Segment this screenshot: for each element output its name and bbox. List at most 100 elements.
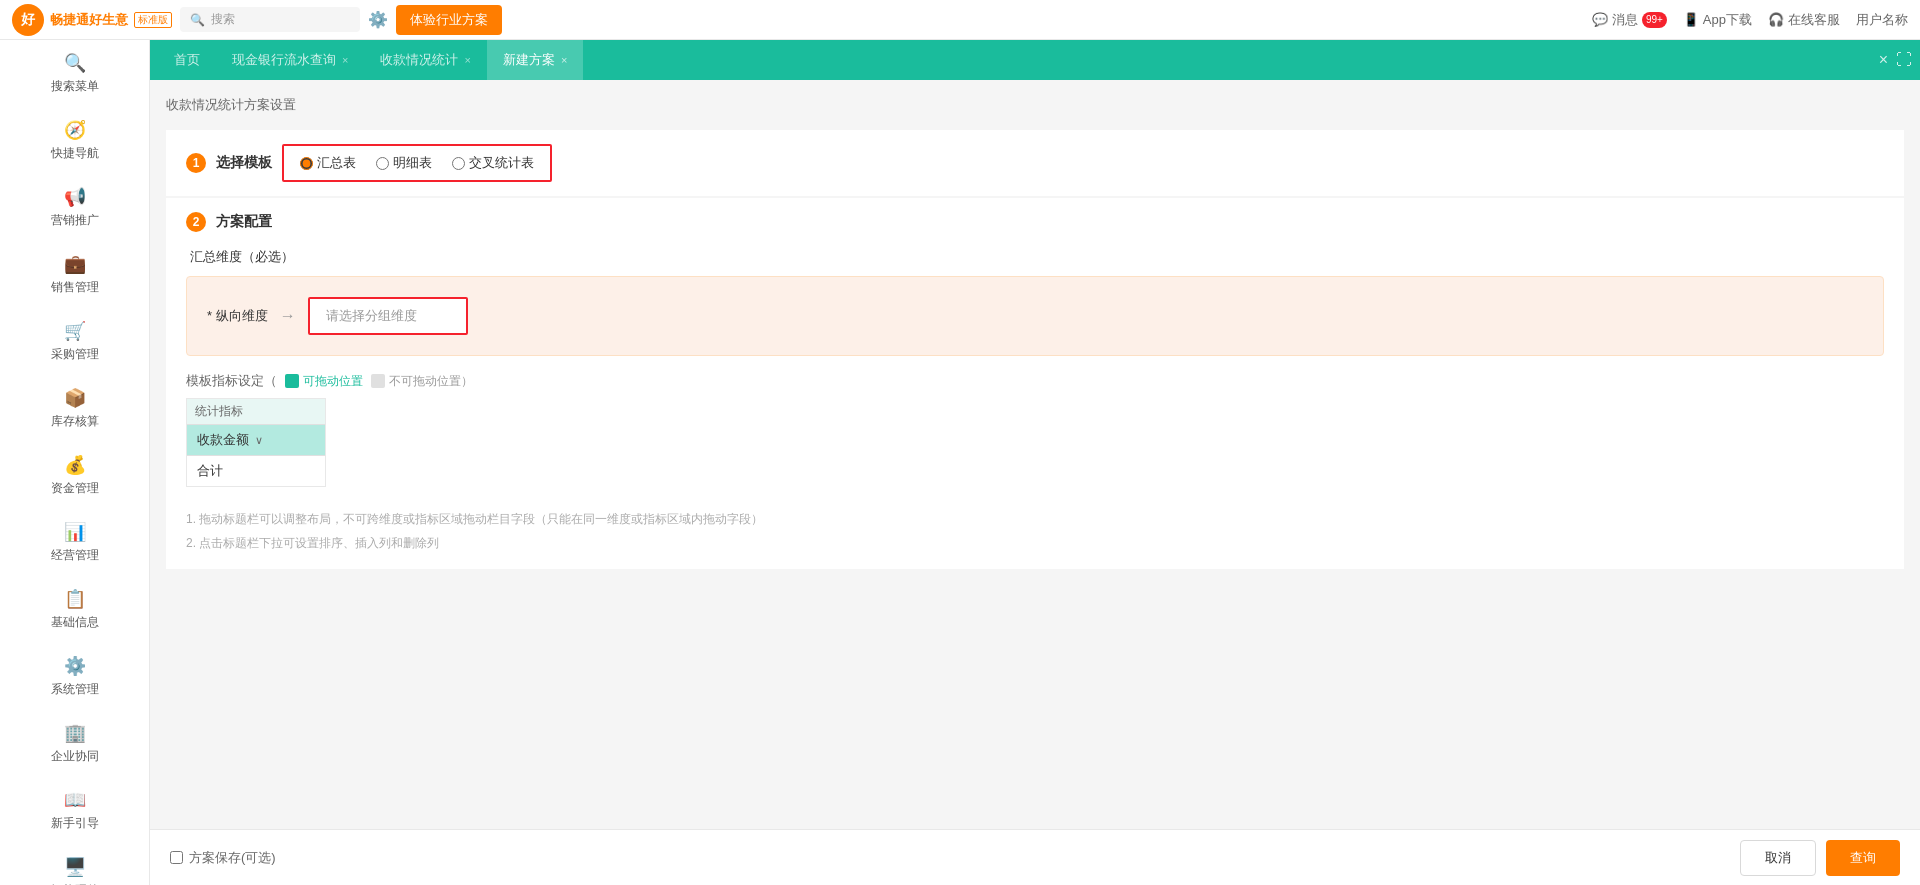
dimension-drop-area: * 纵向维度 → 请选择分组维度 — [186, 276, 1884, 356]
metric-name-label: 收款金额 — [197, 431, 249, 449]
sidebar-item-nav[interactable]: 🧭 快捷导航 — [0, 107, 149, 174]
cancel-button[interactable]: 取消 — [1740, 840, 1816, 876]
step1-badge: 1 — [186, 153, 206, 173]
step2-header: 2 方案配置 — [186, 212, 1884, 232]
step2-title: 方案配置 — [216, 213, 272, 231]
dim-select-box[interactable]: 请选择分组维度 — [308, 297, 468, 335]
footer-left: 方案保存(可选) — [170, 849, 276, 867]
tab-home[interactable]: 首页 — [158, 40, 216, 80]
sidebar-item-label: 新手引导 — [51, 815, 99, 832]
step2-badge: 2 — [186, 212, 206, 232]
sidebar-item-label: 企业协同 — [51, 748, 99, 765]
arrow-right-icon: → — [280, 307, 296, 325]
search-nav-icon: 🔍 — [64, 52, 86, 74]
support-label: 在线客服 — [1788, 11, 1840, 29]
sidebar-item-enterprise[interactable]: 🏢 企业协同 — [0, 710, 149, 777]
radio-detail-input[interactable] — [376, 157, 389, 170]
sidebar-item-management[interactable]: 📊 经营管理 — [0, 509, 149, 576]
radio-summary-label: 汇总表 — [317, 154, 356, 172]
sidebar-item-label: 系统管理 — [51, 681, 99, 698]
search-icon: 🔍 — [190, 13, 205, 27]
download-action[interactable]: 📱 App下载 — [1683, 11, 1752, 29]
download-label: App下载 — [1703, 11, 1752, 29]
radio-detail-label: 明细表 — [393, 154, 432, 172]
save-plan-label: 方案保存(可选) — [189, 849, 276, 867]
header-right: 💬 消息 99+ 📱 App下载 🎧 在线客服 用户名称 — [1592, 11, 1908, 29]
user-name[interactable]: 用户名称 — [1856, 11, 1908, 29]
metrics-section: 模板指标设定（ 可拖动位置 不可拖动位置） 统计指标 — [186, 372, 1884, 487]
window-close-btn[interactable]: × — [1879, 51, 1888, 69]
template-options: 汇总表 明细表 交叉统计表 — [282, 144, 552, 182]
sidebar-item-finance[interactable]: 💰 资金管理 — [0, 442, 149, 509]
sidebar-item-guide[interactable]: 📖 新手引导 — [0, 777, 149, 844]
draggable-hint-label: 可拖动位置 — [303, 373, 363, 390]
sidebar-item-label: 搜索菜单 — [51, 78, 99, 95]
tab-cashflow[interactable]: 现金银行流水查询 × — [216, 40, 364, 80]
tab-receipts-close[interactable]: × — [464, 54, 470, 66]
sidebar-item-system[interactable]: ⚙️ 系统管理 — [0, 643, 149, 710]
sidebar-item-marketing[interactable]: 📢 营销推广 — [0, 174, 149, 241]
search-bar[interactable]: 🔍 搜索 — [180, 7, 360, 32]
metrics-label: 模板指标设定（ — [186, 372, 277, 390]
management-icon: 📊 — [64, 521, 86, 543]
sidebar-item-label: 库存核算 — [51, 413, 99, 430]
tab-new-plan-close[interactable]: × — [561, 54, 567, 66]
tip1-text: 1. 拖动标题栏可以调整布局，不可跨维度或指标区域拖动栏目字段（只能在同一维度或… — [186, 507, 763, 531]
message-action[interactable]: 💬 消息 99+ — [1592, 11, 1667, 29]
tab-new-plan[interactable]: 新建方案 × — [487, 40, 583, 80]
metric-dropdown-icon[interactable]: ∨ — [255, 434, 263, 447]
message-badge: 99+ — [1642, 12, 1667, 28]
non-draggable-color-box — [371, 374, 385, 388]
footer-right: 取消 查询 — [1740, 840, 1900, 876]
query-button[interactable]: 查询 — [1826, 840, 1900, 876]
sidebar-item-label: 经营管理 — [51, 547, 99, 564]
nav-icon: 🧭 — [64, 119, 86, 141]
sidebar-item-hardware[interactable]: 🖥️ 智能硬件 — [0, 844, 149, 885]
sidebar-item-purchase[interactable]: 🛒 采购管理 — [0, 308, 149, 375]
download-icon: 📱 — [1683, 12, 1699, 27]
sidebar-item-inventory[interactable]: 📦 库存核算 — [0, 375, 149, 442]
metrics-tag-item[interactable]: 收款金额 ∨ — [187, 425, 325, 456]
metrics-header: 模板指标设定（ 可拖动位置 不可拖动位置） — [186, 372, 1884, 390]
logo-text: 畅捷通好生意 — [50, 11, 128, 29]
industry-button[interactable]: 体验行业方案 — [396, 5, 502, 35]
system-icon: ⚙️ — [64, 655, 86, 677]
radio-summary-input[interactable] — [300, 157, 313, 170]
window-expand-btn[interactable]: ⛶ — [1896, 51, 1912, 69]
radio-detail[interactable]: 明细表 — [376, 154, 432, 172]
tab-receipts[interactable]: 收款情况统计 × — [364, 40, 486, 80]
main-area: 首页 现金银行流水查询 × 收款情况统计 × 新建方案 × × ⛶ 收款情况统计… — [150, 40, 1920, 885]
sidebar-item-label: 采购管理 — [51, 346, 99, 363]
sidebar-item-label: 基础信息 — [51, 614, 99, 631]
message-label: 消息 — [1612, 11, 1638, 29]
radio-cross[interactable]: 交叉统计表 — [452, 154, 534, 172]
dim-row-label: * 纵向维度 — [207, 307, 268, 325]
logo-icon: 好 — [12, 4, 44, 36]
sidebar-item-search[interactable]: 🔍 搜索菜单 — [0, 40, 149, 107]
dim-row-vertical: * 纵向维度 → 请选择分组维度 — [207, 297, 1863, 335]
support-icon: 🎧 — [1768, 12, 1784, 27]
finance-icon: 💰 — [64, 454, 86, 476]
radio-cross-input[interactable] — [452, 157, 465, 170]
support-action[interactable]: 🎧 在线客服 — [1768, 11, 1840, 29]
non-draggable-indicator: 不可拖动位置） — [371, 373, 473, 390]
sidebar-item-basic[interactable]: 📋 基础信息 — [0, 576, 149, 643]
header-settings-icon[interactable]: ⚙️ — [368, 10, 388, 29]
tips-section: 1. 拖动标题栏可以调整布局，不可跨维度或指标区域拖动栏目字段（只能在同一维度或… — [186, 507, 1884, 555]
search-placeholder: 搜索 — [211, 11, 235, 28]
tip2: 2. 点击标题栏下拉可设置排序、插入列和删除列 — [186, 531, 1884, 555]
tab-cashflow-close[interactable]: × — [342, 54, 348, 66]
guide-icon: 📖 — [64, 789, 86, 811]
save-plan-checkbox[interactable] — [170, 851, 183, 864]
enterprise-icon: 🏢 — [64, 722, 86, 744]
metrics-tag-area: 统计指标 收款金额 ∨ 合计 — [186, 398, 326, 487]
sidebar-item-sales[interactable]: 💼 销售管理 — [0, 241, 149, 308]
radio-summary[interactable]: 汇总表 — [300, 154, 356, 172]
logo: 好 畅捷通好生意 标准版 — [12, 4, 172, 36]
sidebar: 🔍 搜索菜单 🧭 快捷导航 📢 营销推广 💼 销售管理 🛒 采购管理 📦 库存核… — [0, 40, 150, 885]
step1-header: 1 选择模板 汇总表 明细表 交叉统计表 — [186, 144, 1884, 182]
metrics-sub-item: 合计 — [187, 456, 325, 486]
message-icon: 💬 — [1592, 12, 1608, 27]
header-left: 好 畅捷通好生意 标准版 🔍 搜索 ⚙️ 体验行业方案 — [12, 4, 502, 36]
draggable-indicator: 可拖动位置 — [285, 373, 363, 390]
